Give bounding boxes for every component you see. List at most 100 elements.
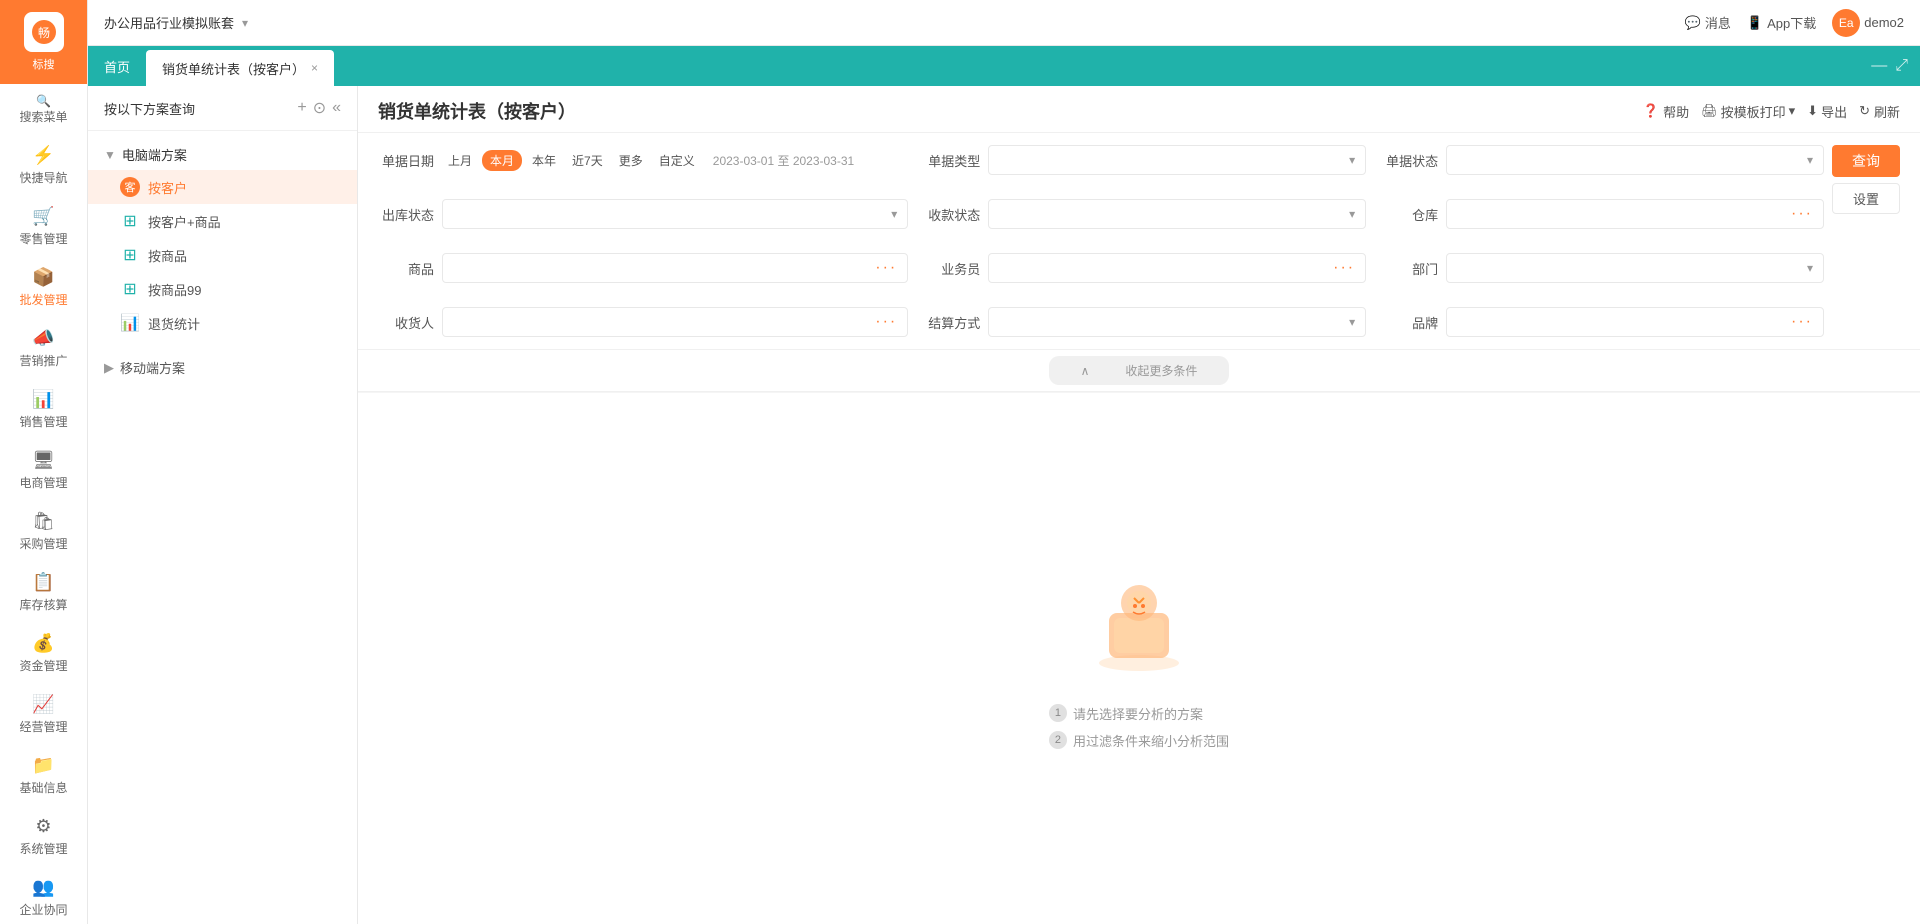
desktop-scheme-group-header[interactable]: ▼ 电脑端方案 xyxy=(88,139,357,170)
collapse-panel-icon[interactable]: « xyxy=(332,99,341,117)
goods-select[interactable]: ··· xyxy=(442,253,908,283)
export-icon: ⬇ xyxy=(1807,103,1818,119)
warehouse-select[interactable]: ··· xyxy=(1446,199,1824,229)
tab-sales-stats[interactable]: 销货单统计表（按客户） × xyxy=(146,50,334,86)
page-title-actions: ❓ 帮助 🖨 按模板打印 ▾ ⬇ 导出 ↻ 刷新 xyxy=(1643,102,1900,121)
sidebar-item-inventory[interactable]: 📋 库存核算 xyxy=(0,562,87,623)
goods-icon: ⊞ xyxy=(120,245,140,265)
settings-scheme-icon[interactable]: ⊙ xyxy=(313,98,326,118)
sidebar-item-basic-info[interactable]: 📁 基础信息 xyxy=(0,745,87,806)
sales-icon: 📊 xyxy=(32,389,54,410)
export-button[interactable]: ⬇ 导出 xyxy=(1807,102,1847,121)
sidebar-inventory-label: 库存核算 xyxy=(19,596,67,613)
sidebar-item-marketing[interactable]: 📣 营销推广 xyxy=(0,318,87,379)
sidebar-enterprise-label: 企业协同 xyxy=(19,901,67,918)
message-item[interactable]: 💬 消息 xyxy=(1685,13,1731,32)
app-download-item[interactable]: 📱 App下载 xyxy=(1747,13,1816,32)
svg-text:畅: 畅 xyxy=(37,26,49,40)
search-icon: 🔍 xyxy=(36,94,51,108)
left-panel-actions: + ⊙ « xyxy=(297,98,341,118)
sidebar-item-finance[interactable]: 💰 资金管理 xyxy=(0,623,87,684)
collapse-bar[interactable]: ∧ 收起更多条件 xyxy=(358,350,1920,392)
date-tab-more[interactable]: 更多 xyxy=(613,150,649,171)
scheme-item-goods[interactable]: ⊞ 按商品 xyxy=(88,238,357,272)
stock-status-label: 出库状态 xyxy=(378,205,434,224)
order-type-select[interactable]: ▾ xyxy=(988,145,1366,175)
sidebar-item-wholesale[interactable]: 📦 批发管理 xyxy=(0,257,87,318)
sidebar-quicknav-label: 快捷导航 xyxy=(19,169,67,186)
add-scheme-icon[interactable]: + xyxy=(297,99,306,117)
collapse-text: 收起更多条件 xyxy=(1109,359,1213,382)
tab-close-icon[interactable]: × xyxy=(311,61,318,75)
refresh-button[interactable]: ↻ 刷新 xyxy=(1859,102,1900,121)
main-content: 办公用品行业模拟账套 ▾ 💬 消息 📱 App下载 Ea demo2 首页 xyxy=(88,0,1920,924)
empty-illustration xyxy=(1079,568,1199,688)
scheme-item-returns[interactable]: 📊 退货统计 xyxy=(88,306,357,340)
sidebar-item-enterprise[interactable]: 👥 企业协同 xyxy=(0,867,87,924)
sidebar-basicinfo-label: 基础信息 xyxy=(19,779,67,796)
brand-select[interactable]: ··· xyxy=(1446,307,1824,337)
tab-home[interactable]: 首页 xyxy=(88,46,146,86)
industry-dropdown-icon[interactable]: ▾ xyxy=(242,16,248,30)
date-tab-thisyear[interactable]: 本年 xyxy=(526,150,562,171)
minimize-icon[interactable]: — xyxy=(1871,57,1887,75)
department-arrow-icon: ▾ xyxy=(1807,261,1813,275)
tab-window-controls: — ⤢ xyxy=(1871,57,1920,75)
salesperson-select[interactable]: ··· xyxy=(988,253,1366,283)
receiver-dots-icon: ··· xyxy=(875,313,897,331)
query-actions: 查询 设置 xyxy=(1824,145,1900,214)
group-arrow-icon: ▼ xyxy=(104,148,116,162)
stock-status-arrow-icon: ▾ xyxy=(891,207,897,221)
sidebar-item-operations[interactable]: 📈 经营管理 xyxy=(0,684,87,745)
hint-num-1: 1 xyxy=(1049,704,1067,722)
help-button[interactable]: ❓ 帮助 xyxy=(1643,102,1689,121)
order-status-select[interactable]: ▾ xyxy=(1446,145,1824,175)
print-button[interactable]: 🖨 按模板打印 ▾ xyxy=(1701,102,1795,121)
sidebar-item-search[interactable]: 🔍 搜索菜单 xyxy=(0,84,87,135)
order-status-filter-item: 单据状态 ▾ xyxy=(1382,145,1824,175)
query-button[interactable]: 查询 xyxy=(1832,145,1900,177)
print-dropdown-icon: ▾ xyxy=(1789,103,1796,119)
sidebar-logo[interactable]: 畅 标搜 xyxy=(0,0,87,84)
goods-item: 商品 ··· xyxy=(378,253,908,283)
avatar-text: Ea xyxy=(1839,16,1854,30)
date-tab-thismonth[interactable]: 本月 xyxy=(482,150,522,171)
filter-row-4: 收货人 ··· 结算方式 ▾ xyxy=(378,307,1824,337)
sidebar-item-retail[interactable]: 🛒 零售管理 xyxy=(0,196,87,257)
sidebar-item-quicknav[interactable]: ⚡ 快捷导航 xyxy=(0,135,87,196)
date-tab-lastmonth[interactable]: 上月 xyxy=(442,150,478,171)
help-icon: ❓ xyxy=(1643,103,1659,119)
settlement-select[interactable]: ▾ xyxy=(988,307,1366,337)
sidebar-item-system[interactable]: ⚙ 系统管理 xyxy=(0,806,87,867)
payment-status-select[interactable]: ▾ xyxy=(988,199,1366,229)
settlement-item: 结算方式 ▾ xyxy=(924,307,1366,337)
brand-label: 品牌 xyxy=(1382,313,1438,332)
mobile-scheme-group-header[interactable]: ▶ 移动端方案 xyxy=(88,352,357,383)
settings-button[interactable]: 设置 xyxy=(1832,183,1900,214)
scheme-item-customer[interactable]: 客 按客户 xyxy=(88,170,357,204)
sidebar-purchase-label: 采购管理 xyxy=(19,535,67,552)
sidebar-wholesale-label: 批发管理 xyxy=(19,291,67,308)
sidebar-sales-label: 销售管理 xyxy=(19,413,67,430)
refresh-label: 刷新 xyxy=(1874,102,1900,121)
maximize-icon[interactable]: ⤢ xyxy=(1895,57,1908,75)
settlement-label: 结算方式 xyxy=(924,313,980,332)
sidebar: 畅 标搜 🔍 搜索菜单 ⚡ 快捷导航 🛒 零售管理 📦 批发管理 📣 营销推广 … xyxy=(0,0,88,924)
sidebar-operations-label: 经营管理 xyxy=(19,718,67,735)
collapse-arrow-icon: ∧ xyxy=(1065,361,1106,381)
sidebar-item-sales[interactable]: 📊 销售管理 xyxy=(0,379,87,440)
receiver-select[interactable]: ··· xyxy=(442,307,908,337)
logo-text: 标搜 xyxy=(33,56,55,72)
user-item[interactable]: Ea demo2 xyxy=(1832,9,1904,37)
sidebar-item-purchase[interactable]: 🛍 采购管理 xyxy=(0,501,87,562)
department-select[interactable]: ▾ xyxy=(1446,253,1824,283)
date-tab-7days[interactable]: 近7天 xyxy=(566,150,609,171)
sidebar-item-ecommerce[interactable]: 🖥 电商管理 xyxy=(0,440,87,501)
customer-goods-icon: ⊞ xyxy=(120,211,140,231)
scheme-item-customer-goods[interactable]: ⊞ 按客户+商品 xyxy=(88,204,357,238)
left-panel: 按以下方案查询 + ⊙ « ▼ 电脑端方案 客 按客户 ⊞ 按客户 xyxy=(88,86,358,924)
scheme-item-goods99[interactable]: ⊞ 按商品99 xyxy=(88,272,357,306)
stock-status-select[interactable]: ▾ xyxy=(442,199,908,229)
date-tab-custom[interactable]: 自定义 xyxy=(653,150,701,171)
order-type-label: 单据类型 xyxy=(924,151,980,170)
